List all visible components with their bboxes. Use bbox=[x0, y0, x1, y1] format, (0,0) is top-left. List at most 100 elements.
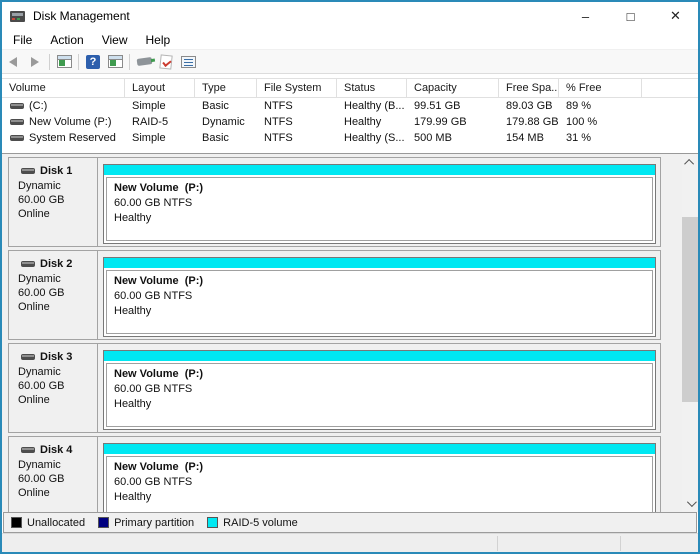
disk-status: Online bbox=[18, 486, 95, 500]
partition-volume-health: Healthy bbox=[114, 304, 652, 319]
window-title: Disk Management bbox=[33, 9, 130, 23]
scrollbar-thumb[interactable] bbox=[682, 217, 698, 402]
column-header-layout[interactable]: Layout bbox=[125, 79, 195, 97]
disk-row-3: Disk 3 Dynamic 60.00 GB Online New Volum… bbox=[8, 343, 661, 433]
tools-icon[interactable] bbox=[133, 52, 155, 72]
disk-1-label[interactable]: Disk 1 Dynamic 60.00 GB Online bbox=[9, 158, 98, 246]
volume-type: Basic bbox=[195, 100, 257, 112]
drive-icon bbox=[10, 103, 24, 109]
disk-type: Dynamic bbox=[18, 458, 95, 472]
partition-volume-health: Healthy bbox=[114, 211, 652, 226]
volume-free: 179.88 GB bbox=[499, 116, 559, 128]
disk-size: 60.00 GB bbox=[18, 379, 95, 393]
menu-file[interactable]: File bbox=[4, 31, 41, 49]
toolbar-separator bbox=[49, 54, 50, 70]
column-header-file-system[interactable]: File System bbox=[257, 79, 337, 97]
vertical-scrollbar[interactable] bbox=[682, 154, 698, 512]
partition-volume-name: New Volume (P:) bbox=[114, 460, 652, 475]
scroll-up-icon[interactable] bbox=[682, 154, 698, 171]
volume-layout: Simple bbox=[125, 132, 195, 144]
column-header-pct-free[interactable]: % Free bbox=[559, 79, 642, 97]
volume-fs: NTFS bbox=[257, 100, 337, 112]
raid5-color-stripe bbox=[104, 351, 655, 361]
disk-name: Disk 3 bbox=[40, 351, 72, 363]
drive-icon bbox=[21, 168, 35, 174]
menu-action[interactable]: Action bbox=[41, 31, 92, 49]
disk-2-partition[interactable]: New Volume (P:) 60.00 GB NTFS Healthy bbox=[103, 257, 656, 337]
disk-type: Dynamic bbox=[18, 272, 95, 286]
raid5-color-stripe bbox=[104, 258, 655, 268]
disk-1-partition[interactable]: New Volume (P:) 60.00 GB NTFS Healthy bbox=[103, 164, 656, 244]
volume-table-header: Volume Layout Type File System Status Ca… bbox=[2, 78, 698, 98]
volume-list-pane: Volume Layout Type File System Status Ca… bbox=[2, 74, 698, 154]
status-bar-separator bbox=[497, 536, 498, 551]
volume-pct-free: 100 % bbox=[559, 116, 642, 128]
disk-graph-pane: Disk 1 Dynamic 60.00 GB Online New Volum… bbox=[2, 154, 698, 512]
check-document-icon[interactable] bbox=[155, 52, 177, 72]
legend-label: RAID-5 volume bbox=[223, 517, 298, 529]
volume-row-system-reserved[interactable]: System Reserved Simple Basic NTFS Health… bbox=[2, 130, 698, 146]
disk-size: 60.00 GB bbox=[18, 193, 95, 207]
maximize-button[interactable]: □ bbox=[608, 2, 653, 30]
toolbar-separator bbox=[78, 54, 79, 70]
column-header-filler bbox=[642, 79, 698, 97]
action-pane-icon[interactable] bbox=[104, 52, 126, 72]
volume-row-c[interactable]: (C:) Simple Basic NTFS Healthy (B... 99.… bbox=[2, 98, 698, 114]
back-icon[interactable] bbox=[2, 52, 24, 72]
scroll-down-icon[interactable] bbox=[682, 495, 698, 512]
status-bar-separator bbox=[620, 536, 621, 551]
disk-4-graph: New Volume (P:) 60.00 GB NTFS Healthy bbox=[98, 437, 660, 512]
legend-primary-partition: Primary partition bbox=[98, 517, 194, 529]
console-tree-icon[interactable] bbox=[53, 52, 75, 72]
minimize-button[interactable]: – bbox=[563, 2, 608, 30]
disk-row-1: Disk 1 Dynamic 60.00 GB Online New Volum… bbox=[8, 157, 661, 247]
drive-icon bbox=[10, 135, 24, 141]
volume-fs: NTFS bbox=[257, 116, 337, 128]
column-header-volume[interactable]: Volume bbox=[2, 79, 125, 97]
disk-2-label[interactable]: Disk 2 Dynamic 60.00 GB Online bbox=[9, 251, 98, 339]
disk-4-partition[interactable]: New Volume (P:) 60.00 GB NTFS Healthy bbox=[103, 443, 656, 512]
disk-type: Dynamic bbox=[18, 179, 95, 193]
disk-name: Disk 2 bbox=[40, 258, 72, 270]
disk-3-label[interactable]: Disk 3 Dynamic 60.00 GB Online bbox=[9, 344, 98, 432]
partition-volume-name: New Volume (P:) bbox=[114, 367, 652, 382]
volume-name: System Reserved bbox=[29, 132, 116, 144]
legend-raid5-volume: RAID-5 volume bbox=[207, 517, 298, 529]
raid5-volume-swatch bbox=[207, 517, 218, 528]
volume-capacity: 179.99 GB bbox=[407, 116, 499, 128]
disk-row-4: Disk 4 Dynamic 60.00 GB Online New Volum… bbox=[8, 436, 661, 512]
menu-help[interactable]: Help bbox=[137, 31, 180, 49]
help-icon[interactable]: ? bbox=[82, 52, 104, 72]
disk-3-partition[interactable]: New Volume (P:) 60.00 GB NTFS Healthy bbox=[103, 350, 656, 430]
legend-unallocated: Unallocated bbox=[11, 517, 85, 529]
partition-volume-details: 60.00 GB NTFS bbox=[114, 289, 652, 304]
drive-icon bbox=[21, 447, 35, 453]
column-header-status[interactable]: Status bbox=[337, 79, 407, 97]
disk-size: 60.00 GB bbox=[18, 472, 95, 486]
menu-view[interactable]: View bbox=[93, 31, 137, 49]
disk-4-label[interactable]: Disk 4 Dynamic 60.00 GB Online bbox=[9, 437, 98, 512]
column-header-capacity[interactable]: Capacity bbox=[407, 79, 499, 97]
volume-layout: RAID-5 bbox=[125, 116, 195, 128]
properties-icon[interactable] bbox=[177, 52, 199, 72]
disk-1-graph: New Volume (P:) 60.00 GB NTFS Healthy bbox=[98, 158, 660, 246]
disk-row-2: Disk 2 Dynamic 60.00 GB Online New Volum… bbox=[8, 250, 661, 340]
column-header-type[interactable]: Type bbox=[195, 79, 257, 97]
volume-capacity: 99.51 GB bbox=[407, 100, 499, 112]
forward-icon[interactable] bbox=[24, 52, 46, 72]
volume-layout: Simple bbox=[125, 100, 195, 112]
legend-bar: Unallocated Primary partition RAID-5 vol… bbox=[3, 512, 697, 533]
drive-icon bbox=[21, 354, 35, 360]
volume-free: 89.03 GB bbox=[499, 100, 559, 112]
volume-pct-free: 31 % bbox=[559, 132, 642, 144]
volume-row-new-volume[interactable]: New Volume (P:) RAID-5 Dynamic NTFS Heal… bbox=[2, 114, 698, 130]
column-header-free-space[interactable]: Free Spa... bbox=[499, 79, 559, 97]
close-button[interactable]: ✕ bbox=[653, 2, 698, 30]
volume-status: Healthy (B... bbox=[337, 100, 407, 112]
raid5-color-stripe bbox=[104, 165, 655, 175]
raid5-color-stripe bbox=[104, 444, 655, 454]
legend-label: Primary partition bbox=[114, 517, 194, 529]
disk-2-graph: New Volume (P:) 60.00 GB NTFS Healthy bbox=[98, 251, 660, 339]
volume-type: Basic bbox=[195, 132, 257, 144]
partition-volume-details: 60.00 GB NTFS bbox=[114, 475, 652, 490]
